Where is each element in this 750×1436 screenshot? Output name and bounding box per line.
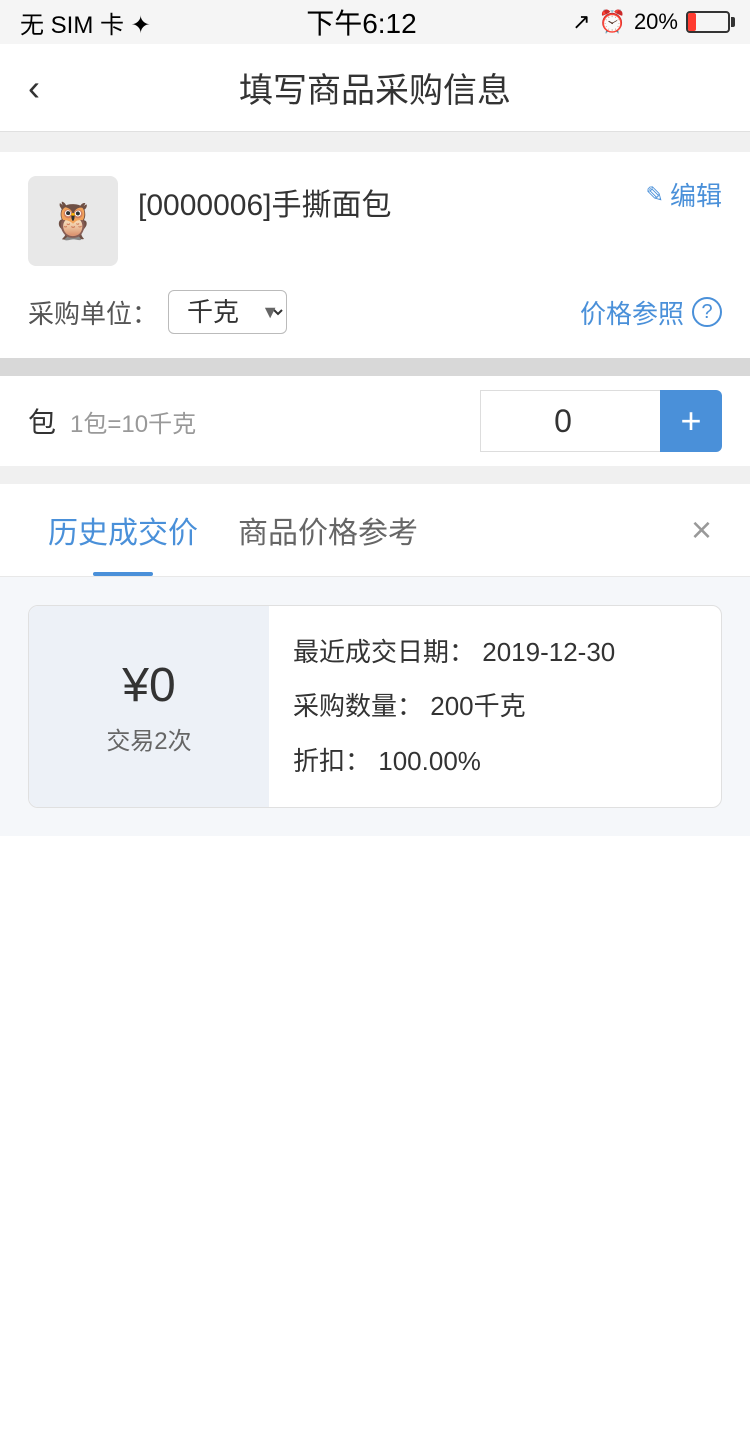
history-price-section: ¥0 交易2次 [29, 606, 269, 807]
quantity-section: 包 1包=10千克 + [0, 376, 750, 466]
quantity-right: + [480, 390, 722, 452]
unit-left: 采购单位： 千克 包 [28, 290, 287, 334]
tab-content-history: ¥0 交易2次 最近成交日期： 2019-12-30 采购数量： 200千克 折… [0, 577, 750, 836]
edit-label: 编辑 [670, 176, 722, 213]
battery-icon [686, 11, 730, 33]
unit-conversion: 1包=10千克 [70, 404, 196, 439]
price-ref-button[interactable]: 价格参照 ? [580, 294, 722, 331]
product-unit-row: 采购单位： 千克 包 价格参照 ? [28, 290, 722, 334]
product-name: [0000006]手撕面包 [138, 176, 391, 224]
edit-icon: ✎ [646, 182, 664, 208]
help-circle-icon[interactable]: ? [692, 297, 722, 327]
history-details-section: 最近成交日期： 2019-12-30 采购数量： 200千克 折扣： 100.0… [269, 606, 721, 807]
tab-product-price-ref[interactable]: 商品价格参考 [218, 484, 438, 576]
recent-date-label: 最近成交日期： [293, 637, 475, 667]
product-top-row: 🦉 [0000006]手撕面包 ✎ 编辑 [28, 176, 722, 266]
product-thumbnail: 🦉 [28, 176, 118, 266]
unit-select[interactable]: 千克 包 [168, 290, 287, 334]
product-section: 🦉 [0000006]手撕面包 ✎ 编辑 采购单位： 千克 包 价格参照 ? [0, 152, 750, 358]
discount-label: 折扣： [293, 746, 371, 776]
unit-label: 采购单位： [28, 294, 158, 331]
history-card: ¥0 交易2次 最近成交日期： 2019-12-30 采购数量： 200千克 折… [28, 605, 722, 808]
tabs-left: 历史成交价 商品价格参考 [28, 484, 438, 576]
purchase-qty-row: 采购数量： 200千克 [293, 688, 697, 724]
quantity-plus-button[interactable]: + [660, 390, 722, 452]
page-title: 填写商品采购信息 [239, 63, 511, 112]
recent-date-row: 最近成交日期： 2019-12-30 [293, 634, 697, 670]
nav-bar: ‹ 填写商品采购信息 [0, 44, 750, 132]
purchase-qty-label: 采购数量： [293, 691, 423, 721]
status-left: 无 SIM 卡 ✦ [20, 5, 151, 40]
recent-date-value: 2019-12-30 [482, 637, 615, 667]
product-logo-icon: 🦉 [51, 200, 96, 242]
battery-text: 20% [634, 9, 678, 35]
location-icon: ↗ [572, 9, 590, 35]
tabs-container: 历史成交价 商品价格参考 × ¥0 交易2次 最近成交日期： 2019-12-3… [0, 484, 750, 836]
quantity-input[interactable] [480, 390, 660, 452]
alarm-icon: ⏰ [599, 9, 626, 35]
status-time: 下午6:12 [306, 2, 417, 42]
sim-label: 无 SIM 卡 ✦ [20, 5, 151, 40]
gray-divider [0, 358, 750, 376]
status-bar: 无 SIM 卡 ✦ 下午6:12 ↗ ⏰ 20% [0, 0, 750, 44]
discount-row: 折扣： 100.00% [293, 743, 697, 779]
help-icon: ? [701, 301, 712, 324]
quantity-left: 包 1包=10千克 [28, 401, 196, 441]
price-ref-label: 价格参照 [580, 294, 684, 331]
unit-select-wrapper[interactable]: 千克 包 [168, 290, 287, 334]
bottom-area [0, 836, 750, 1436]
history-trades-label: 交易2次 [106, 721, 191, 756]
battery-fill [688, 13, 696, 31]
history-price-value: ¥0 [122, 658, 175, 713]
status-right: ↗ ⏰ 20% [572, 9, 730, 35]
discount-value: 100.00% [378, 746, 481, 776]
purchase-qty-value: 200千克 [430, 691, 525, 721]
product-left: 🦉 [0000006]手撕面包 [28, 176, 391, 266]
edit-button[interactable]: ✎ 编辑 [646, 176, 722, 213]
tab-history-price[interactable]: 历史成交价 [28, 484, 218, 576]
tabs-header: 历史成交价 商品价格参考 × [0, 484, 750, 577]
tabs-close-button[interactable]: × [681, 499, 722, 561]
bao-label: 包 [28, 401, 56, 441]
back-button[interactable]: ‹ [28, 67, 40, 109]
